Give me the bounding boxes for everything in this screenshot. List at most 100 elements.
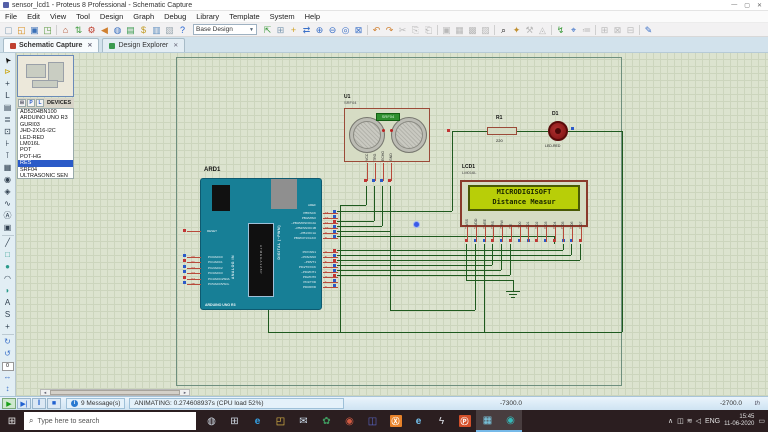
junction-dot-mode-icon[interactable]: + (2, 78, 14, 90)
media-app-icon[interactable]: ◉ (499, 410, 522, 432)
new-project-icon[interactable]: ⇅ (72, 24, 85, 36)
stop-button[interactable]: ■ (47, 398, 61, 409)
file-explorer-icon[interactable]: ◰ (269, 410, 292, 432)
tab-design-explorer[interactable]: Design Explorer ✕ (102, 38, 186, 52)
play-button[interactable]: ▶ (2, 398, 16, 409)
current-probe-mode-icon[interactable]: Ⓐ (2, 210, 14, 222)
bill-of-materials-icon[interactable]: $ (137, 24, 150, 36)
tab-close-icon[interactable]: ✕ (173, 42, 178, 49)
tab-close-icon[interactable]: ✕ (87, 42, 92, 49)
text-2d-icon[interactable]: A (2, 297, 14, 309)
step-button[interactable]: ▶| (17, 398, 31, 409)
menu-file[interactable]: File (0, 11, 22, 23)
menu-help[interactable]: Help (300, 11, 325, 23)
mirror-vertical-icon[interactable]: ↕ (2, 383, 14, 395)
rotate-anticlockwise-icon[interactable]: ↺ (2, 348, 14, 360)
mirror-horizontal-icon[interactable]: ↔ (2, 371, 14, 383)
pick-parts-icon[interactable]: ⌕ (497, 24, 510, 36)
new-page-icon[interactable]: ▧ (163, 24, 176, 36)
photos-icon[interactable]: ✿ (315, 410, 338, 432)
overview-preview[interactable] (17, 55, 74, 97)
scroll-right-icon[interactable]: ► (181, 390, 189, 395)
tape-recorder-mode-icon[interactable]: ◉ (2, 174, 14, 186)
design-notes-icon[interactable]: ▥ (150, 24, 163, 36)
teams-icon[interactable]: ◫ (361, 410, 384, 432)
menu-graph[interactable]: Graph (128, 11, 159, 23)
circle-2d-icon[interactable]: ● (2, 261, 14, 273)
menu-design[interactable]: Design (95, 11, 128, 23)
start-button[interactable]: ⊞ (0, 410, 24, 432)
new-design-icon[interactable]: ▢ (2, 24, 15, 36)
box-2d-icon[interactable]: □ (2, 249, 14, 261)
edge-icon[interactable]: e (246, 410, 269, 432)
chrome-icon[interactable]: ◉ (338, 410, 361, 432)
proteus-icon[interactable]: ▦ (476, 410, 499, 432)
zoom-out-icon[interactable]: ⊖ (326, 24, 339, 36)
menu-template[interactable]: Template (224, 11, 264, 23)
zoom-all-icon[interactable]: ◎ (339, 24, 352, 36)
onedrive-icon[interactable]: ◫ (677, 417, 684, 425)
resistor[interactable] (487, 127, 517, 135)
home-page-icon[interactable]: ⌂ (59, 24, 72, 36)
minimize-button[interactable]: — (731, 2, 737, 9)
toggle-grid-icon[interactable]: ⊞ (274, 24, 287, 36)
search-and-tag-icon[interactable]: ⌖ (567, 24, 580, 36)
internet-explorer-icon[interactable]: e (407, 410, 430, 432)
scrollbar-thumb[interactable] (50, 390, 180, 395)
web-browser-icon[interactable]: ◍ (111, 24, 124, 36)
volume-icon[interactable]: ◁ (696, 417, 701, 425)
cortana-icon[interactable]: ◍ (200, 410, 223, 432)
lcd-module[interactable]: MICRODIGISOFT Distance Measur VSS 1 VDD 2 VE… (460, 180, 588, 242)
path-2d-icon[interactable]: ◗ (2, 285, 14, 297)
menu-view[interactable]: View (45, 11, 71, 23)
virtual-instruments-mode-icon[interactable]: ▣ (2, 222, 14, 234)
xampp-icon[interactable]: Ⓧ (384, 410, 407, 432)
terminals-mode-icon[interactable]: ⊦ (2, 138, 14, 150)
generator-mode-icon[interactable]: ◈ (2, 186, 14, 198)
menu-system[interactable]: System (265, 11, 300, 23)
help-contents-icon[interactable]: ▤ (124, 24, 137, 36)
graph-mode-icon[interactable]: ▦ (2, 162, 14, 174)
device-pins-mode-icon[interactable]: ⊺ (2, 150, 14, 162)
open-design-icon[interactable]: ◱ (15, 24, 28, 36)
make-device-icon[interactable]: ✦ (510, 24, 523, 36)
message-chip[interactable]: i 9 Message(s) (66, 398, 126, 409)
component-mode-icon[interactable]: ⊳ (2, 66, 14, 78)
audio-tool-icon[interactable]: ◀ (98, 24, 111, 36)
redo-icon[interactable]: ↷ (383, 24, 396, 36)
notification-icon[interactable]: ▭ (758, 417, 765, 425)
mail-icon[interactable]: ✉ (292, 410, 315, 432)
save-design-icon[interactable]: ▣ (28, 24, 41, 36)
scroll-left-icon[interactable]: ◄ (41, 390, 49, 395)
buses-mode-icon[interactable]: ≣ (2, 114, 14, 126)
led[interactable] (548, 121, 568, 141)
symbol-2d-icon[interactable]: S (2, 309, 14, 321)
import-section-icon[interactable]: ◳ (41, 24, 54, 36)
menu-tool[interactable]: Tool (71, 11, 95, 23)
rotate-clockwise-icon[interactable]: ↻ (2, 336, 14, 348)
undo-icon[interactable]: ↶ (370, 24, 383, 36)
menu-debug[interactable]: Debug (159, 11, 191, 23)
menu-library[interactable]: Library (191, 11, 224, 23)
hidden-icons-chevron[interactable]: ∧ (668, 417, 673, 425)
taskbar-clock[interactable]: 15:45 11-06-2020 (724, 414, 754, 428)
origin-icon[interactable]: + (287, 24, 300, 36)
library-manager-button[interactable]: L (36, 99, 44, 107)
subcircuit-mode-icon[interactable]: ⊡ (2, 126, 14, 138)
pause-button[interactable]: ‖ (32, 398, 46, 409)
edit-properties-icon[interactable]: ✎ (642, 24, 655, 36)
pan-icon[interactable]: ⇄ (300, 24, 313, 36)
powerpoint-icon[interactable]: Ⓟ (453, 410, 476, 432)
wire-autorouter-icon[interactable]: ↯ (554, 24, 567, 36)
toggle-icon[interactable]: ⊞ (18, 99, 26, 107)
pick-devices-button[interactable]: P (27, 99, 35, 107)
schematic-canvas[interactable]: U1 SRF04 ARD1 LCD1 LM016L R1 220 D1 LED-… (16, 53, 768, 396)
zoom-in-icon[interactable]: ⊕ (313, 24, 326, 36)
help-icon[interactable]: ? (176, 24, 189, 36)
schematic-home-icon[interactable]: ⇱ (261, 24, 274, 36)
line-2d-icon[interactable]: ╱ (2, 237, 14, 249)
maximize-button[interactable]: ▢ (744, 2, 750, 9)
zoom-area-icon[interactable]: ⊠ (352, 24, 365, 36)
taskbar-search[interactable]: ⌕ Type here to search (24, 412, 196, 430)
zoom-app-icon[interactable]: ϟ (430, 410, 453, 432)
